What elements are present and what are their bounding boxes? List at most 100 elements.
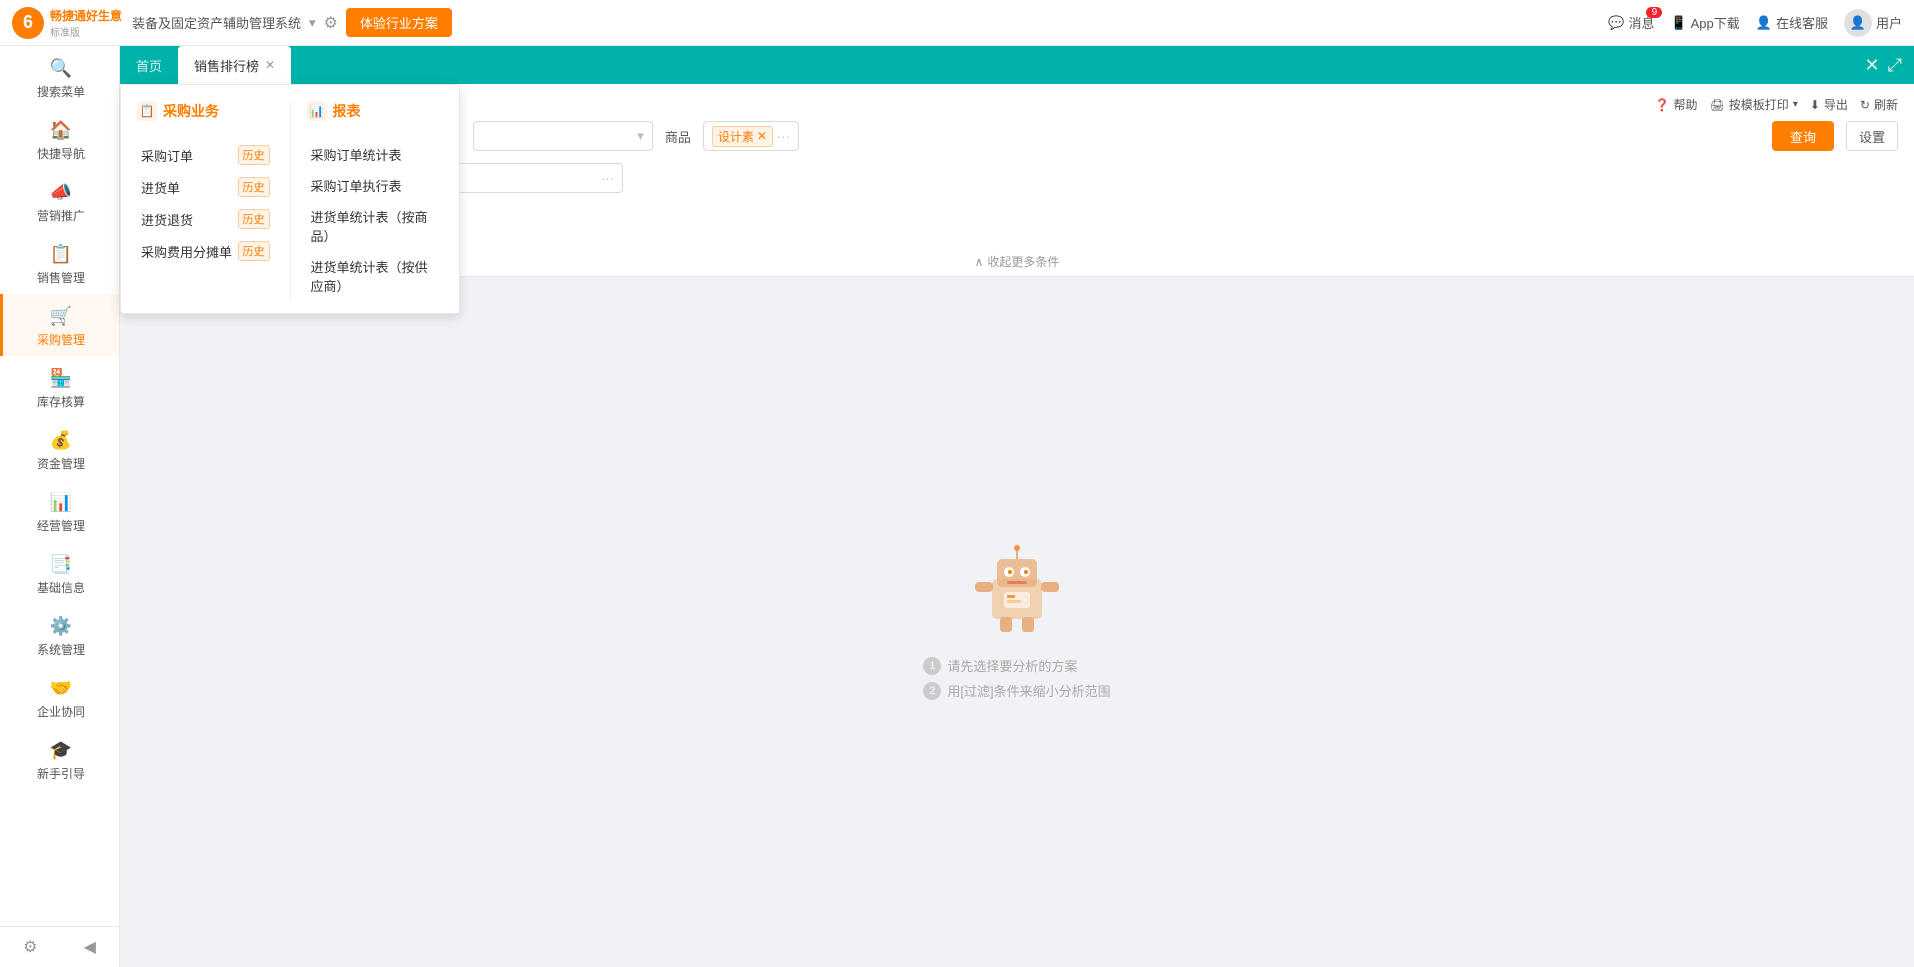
purchase-dropdown-menu: 📋 采购业务 采购订单 历史 进货单 历史 进货退货 历史 采购费用分摊单 历史 <box>120 84 460 314</box>
goods-tag-close[interactable]: ✕ <box>757 129 767 143</box>
title-settings-icon[interactable]: ⚙ <box>324 13 338 33</box>
menu-item-goods-receipt-stat-goods[interactable]: 进货单统计表（按商品） <box>307 201 444 251</box>
print-button[interactable]: 🖨 按模板打印 ▾ <box>1710 96 1798 113</box>
sidebar-settings-button[interactable]: ⚙ <box>23 937 37 957</box>
history-badge-1: 历史 <box>238 177 270 197</box>
system-title-text: 装备及固定资产辅助管理系统 <box>132 13 301 32</box>
history-badge-2: 历史 <box>238 209 270 229</box>
refresh-button[interactable]: ↻ 刷新 <box>1860 96 1898 113</box>
tab-close-window-icon[interactable]: ✕ <box>1865 55 1880 76</box>
sidebar-item-inventory[interactable]: 🏪 库存核算 <box>0 356 119 418</box>
avatar: 👤 <box>1844 9 1872 37</box>
marketing-icon: 📣 <box>50 182 72 203</box>
search-icon: 🔍 <box>50 58 72 79</box>
history-badge-0: 历史 <box>238 145 270 165</box>
print-icon: 🖨 <box>1710 98 1725 112</box>
tab-maximize-icon[interactable]: ⤢ <box>1888 55 1902 76</box>
notifications-button[interactable]: 💬 消息 9 <box>1608 13 1654 32</box>
tab-home[interactable]: 首页 <box>120 46 178 84</box>
tab-close-icon[interactable]: ✕ <box>265 58 275 72</box>
sidebar-item-sales[interactable]: 📋 销售管理 <box>0 232 119 294</box>
home-icon: 🏠 <box>50 120 72 141</box>
hint-step-2: 2 用[过滤]条件来缩小分析范围 <box>923 681 1110 700</box>
basic-info-icon: 📑 <box>50 554 72 575</box>
doc-status-input[interactable]: ▾ <box>473 121 653 151</box>
top-bar: 6 畅捷通好生意 标准版 装备及固定资产辅助管理系统 ▾ ⚙ 体验行业方案 💬 … <box>0 0 1914 46</box>
top-right-area: 💬 消息 9 📱 App下载 👤 在线客服 👤 用户 <box>1608 9 1902 37</box>
menu-item-purchase-order-stat[interactable]: 采购订单统计表 <box>307 139 444 170</box>
sidebar-collapse-button[interactable]: ◀ <box>84 937 96 957</box>
online-service-button[interactable]: 👤 在线客服 <box>1756 13 1828 32</box>
app-icon: 📱 <box>1670 15 1686 31</box>
sales-icon: 📋 <box>50 244 72 265</box>
help-button[interactable]: ❓ 帮助 <box>1655 96 1698 113</box>
sidebar-item-purchase[interactable]: 🛒 采购管理 <box>0 294 119 356</box>
reports-header-icon: 📊 <box>307 101 327 121</box>
menu-item-purchase-expense[interactable]: 采购费用分摊单 历史 <box>137 235 274 267</box>
app-download-button[interactable]: 📱 App下载 <box>1670 13 1739 32</box>
inventory-icon: 🏪 <box>50 368 72 389</box>
menu-item-goods-receipt-stat-supplier[interactable]: 进货单统计表（按供应商） <box>307 251 444 301</box>
operations-icon: 📊 <box>50 492 72 513</box>
finance-icon: 💰 <box>50 430 72 451</box>
logo-icon: 6 <box>12 7 44 39</box>
col-purchase-header: 📋 采购业务 <box>137 101 274 127</box>
industry-button[interactable]: 体验行业方案 <box>346 8 452 37</box>
goods-label: 商品 <box>665 127 691 146</box>
purchase-header-icon: 📋 <box>137 101 157 121</box>
history-badge-3: 历史 <box>238 241 270 261</box>
empty-illustration <box>957 544 1077 644</box>
tab-sales-rank[interactable]: 销售排行榜 ✕ <box>178 46 291 84</box>
sidebar-item-enterprise[interactable]: 🤝 企业协同 <box>0 666 119 728</box>
sidebar-item-guide[interactable]: 🎓 新手引导 <box>0 728 119 790</box>
notification-badge-count: 9 <box>1646 7 1662 18</box>
hint-step-1: 1 请先选择要分析的方案 <box>923 656 1110 675</box>
purchase-icon: 🛒 <box>50 306 72 327</box>
empty-text: 1 请先选择要分析的方案 2 用[过滤]条件来缩小分析范围 <box>923 656 1110 700</box>
system-icon: ⚙️ <box>50 616 72 637</box>
sidebar-item-search[interactable]: 🔍 搜索菜单 <box>0 46 119 108</box>
enterprise-icon: 🤝 <box>50 678 72 699</box>
export-button[interactable]: ⬇ 导出 <box>1810 96 1848 113</box>
menu-item-purchase-order-exec[interactable]: 采购订单执行表 <box>307 170 444 201</box>
notification-icon: 💬 <box>1608 15 1624 31</box>
goods-tag: 设计素 ✕ <box>712 126 773 147</box>
logo-area: 6 畅捷通好生意 标准版 <box>12 7 132 39</box>
user-button[interactable]: 👤 用户 <box>1844 9 1902 37</box>
query-button[interactable]: 查询 <box>1772 121 1834 151</box>
menu-item-goods-receipt[interactable]: 进货单 历史 <box>137 171 274 203</box>
print-dropdown-icon[interactable]: ▾ <box>1793 99 1798 110</box>
sidebar-item-quick-nav[interactable]: 🏠 快捷导航 <box>0 108 119 170</box>
dropdown-col-reports: 📊 报表 采购订单统计表 采购订单执行表 进货单统计表（按商品） 进货单统计表（… <box>290 101 460 301</box>
salesman-input[interactable]: ··· <box>443 163 623 193</box>
guide-icon: 🎓 <box>50 740 72 761</box>
filter-settings-button[interactable]: 设置 <box>1846 121 1898 151</box>
goods-input[interactable]: 设计素 ✕ ··· <box>703 121 799 151</box>
sidebar-item-marketing[interactable]: 📣 营销推广 <box>0 170 119 232</box>
col-reports-header: 📊 报表 <box>307 101 444 127</box>
system-title-area: 装备及固定资产辅助管理系统 ▾ ⚙ 体验行业方案 <box>132 8 1608 37</box>
sidebar-item-operations[interactable]: 📊 经营管理 <box>0 480 119 542</box>
dropdown-columns: 📋 采购业务 采购订单 历史 进货单 历史 进货退货 历史 采购费用分摊单 历史 <box>121 101 459 301</box>
sidebar-item-system[interactable]: ⚙️ 系统管理 <box>0 604 119 666</box>
empty-state: 1 请先选择要分析的方案 2 用[过滤]条件来缩小分析范围 <box>120 277 1914 967</box>
logo-text: 畅捷通好生意 标准版 <box>50 7 122 39</box>
sidebar-bottom: ⚙ ◀ <box>0 926 119 967</box>
salesman-dots[interactable]: ··· <box>601 171 614 186</box>
service-icon: 👤 <box>1756 15 1772 31</box>
tab-bar-right: ✕ ⤢ <box>1865 55 1914 76</box>
refresh-icon: ↻ <box>1860 98 1870 112</box>
goods-dots[interactable]: ··· <box>777 129 790 144</box>
menu-item-goods-return[interactable]: 进货退货 历史 <box>137 203 274 235</box>
sidebar-item-basic-info[interactable]: 📑 基础信息 <box>0 542 119 604</box>
export-icon: ⬇ <box>1810 98 1820 112</box>
doc-status-dropdown-icon: ▾ <box>637 128 644 144</box>
collapse-icon: ∧ <box>975 255 984 269</box>
sidebar-item-finance[interactable]: 💰 资金管理 <box>0 418 119 480</box>
tab-bar: 首页 销售排行榜 ✕ ✕ ⤢ <box>120 46 1914 84</box>
help-icon: ❓ <box>1655 98 1670 112</box>
title-dropdown-icon[interactable]: ▾ <box>309 15 316 31</box>
menu-item-purchase-order[interactable]: 采购订单 历史 <box>137 139 274 171</box>
dropdown-col-purchase: 📋 采购业务 采购订单 历史 进货单 历史 进货退货 历史 采购费用分摊单 历史 <box>121 101 290 301</box>
sidebar: 🔍 搜索菜单 🏠 快捷导航 📣 营销推广 📋 销售管理 🛒 采购管理 🏪 库存核… <box>0 46 120 967</box>
